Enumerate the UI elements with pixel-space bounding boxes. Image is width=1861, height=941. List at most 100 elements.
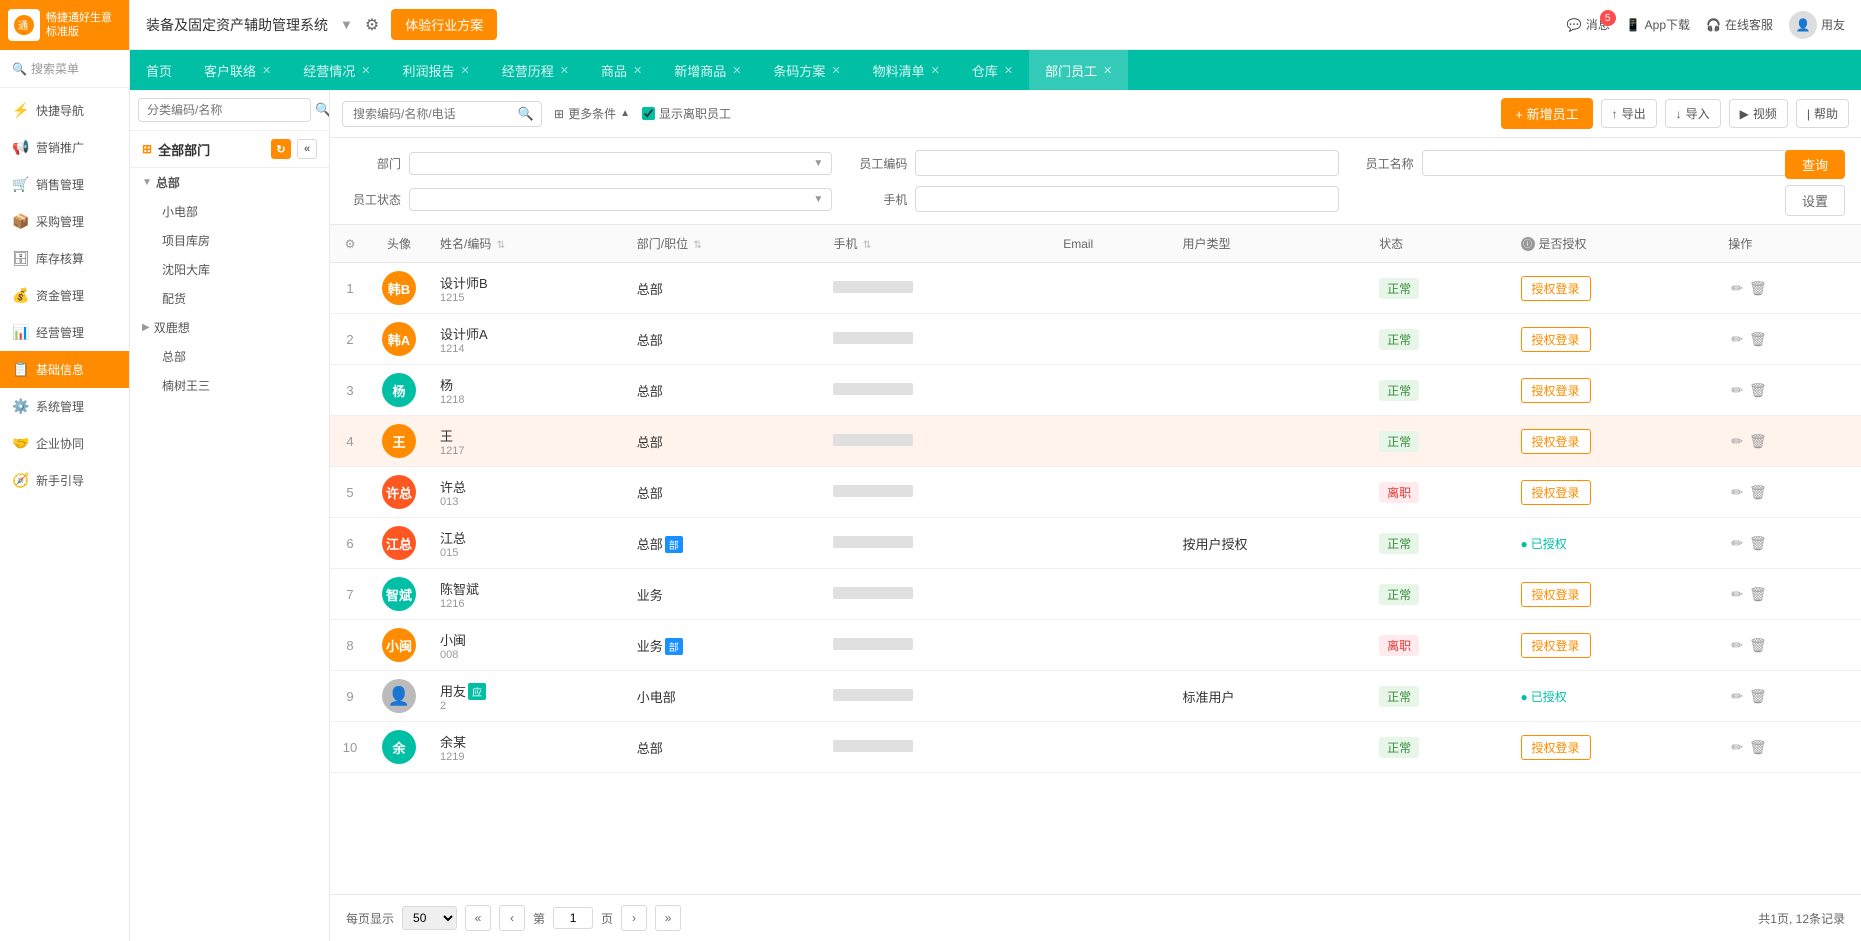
- edit-button[interactable]: ✏: [1731, 433, 1743, 449]
- tab-add-goods[interactable]: 新增商品✕: [658, 50, 757, 90]
- tab-goods[interactable]: 商品✕: [585, 50, 658, 90]
- page-size-select[interactable]: 50 100: [402, 906, 457, 930]
- edit-button[interactable]: ✏: [1731, 688, 1743, 704]
- sidebar-item-finance[interactable]: 💰资金管理: [0, 277, 129, 314]
- row-auth[interactable]: 授权登录: [1509, 416, 1717, 467]
- close-tab-dept-emp[interactable]: ✕: [1103, 64, 1112, 77]
- auth-login-button[interactable]: 授权登录: [1521, 582, 1591, 607]
- tree-node-hq[interactable]: ▼ 总部: [130, 168, 329, 197]
- delete-button[interactable]: 🗑: [1749, 484, 1767, 500]
- edit-button[interactable]: ✏: [1731, 280, 1743, 296]
- tree-search-input[interactable]: [138, 98, 311, 122]
- edit-button[interactable]: ✏: [1731, 586, 1743, 602]
- tree-node-project-storage[interactable]: 项目库房: [130, 226, 329, 255]
- row-auth[interactable]: 授权登录: [1509, 314, 1717, 365]
- tree-refresh-btn[interactable]: ↻: [271, 139, 291, 159]
- close-tab-history[interactable]: ✕: [560, 64, 569, 77]
- sidebar-item-collab[interactable]: 🤝企业协同: [0, 425, 129, 462]
- prev-page-btn[interactable]: ‹: [499, 905, 525, 931]
- tab-customer[interactable]: 客户联络✕: [188, 50, 287, 90]
- sidebar-item-marketing[interactable]: 📢营销推广: [0, 129, 129, 166]
- sidebar-item-sales[interactable]: 🛒销售管理: [0, 166, 129, 203]
- delete-button[interactable]: 🗑: [1749, 382, 1767, 398]
- filter-phone-input[interactable]: [915, 186, 1338, 212]
- close-tab-barcode[interactable]: ✕: [831, 64, 840, 77]
- filter-dept-select[interactable]: ▼: [409, 152, 832, 175]
- help-button[interactable]: |帮助: [1796, 99, 1849, 128]
- auth-login-button[interactable]: 授权登录: [1521, 633, 1591, 658]
- auth-login-button[interactable]: 授权登录: [1521, 327, 1591, 352]
- edit-button[interactable]: ✏: [1731, 637, 1743, 653]
- delete-button[interactable]: 🗑: [1749, 739, 1767, 755]
- row-auth[interactable]: 授权登录: [1509, 263, 1717, 314]
- tree-node-shuangluxiang[interactable]: ▶ 双鹿想: [130, 313, 329, 342]
- app-download-btn[interactable]: 📱 App下载: [1626, 16, 1690, 33]
- sidebar-item-basic[interactable]: 📋基础信息: [0, 351, 129, 388]
- tab-profit[interactable]: 利润报告✕: [386, 50, 485, 90]
- edit-button[interactable]: ✏: [1731, 382, 1743, 398]
- filter-emp-status-select[interactable]: ▼: [409, 188, 832, 211]
- sidebar-item-guide[interactable]: 🧭新手引导: [0, 462, 129, 499]
- page-input[interactable]: [553, 907, 593, 929]
- view-button[interactable]: ▶视频: [1729, 99, 1788, 128]
- tab-barcode[interactable]: 条码方案✕: [757, 50, 856, 90]
- delete-button[interactable]: 🗑: [1749, 586, 1767, 602]
- edit-button[interactable]: ✏: [1731, 331, 1743, 347]
- tree-search-icon[interactable]: 🔍: [315, 102, 330, 118]
- search-icon-btn[interactable]: 🔍: [518, 106, 534, 122]
- tab-warehouse[interactable]: 仓库✕: [956, 50, 1029, 90]
- row-auth[interactable]: 授权登录: [1509, 365, 1717, 416]
- sidebar-item-operation[interactable]: 📊经营管理: [0, 314, 129, 351]
- close-tab-warehouse[interactable]: ✕: [1004, 64, 1013, 77]
- auth-login-button[interactable]: 授权登录: [1521, 378, 1591, 403]
- sidebar-search[interactable]: 🔍 搜索菜单: [0, 50, 129, 88]
- close-tab-profit[interactable]: ✕: [461, 64, 470, 77]
- delete-button[interactable]: 🗑: [1749, 535, 1767, 551]
- close-tab-add-goods[interactable]: ✕: [732, 64, 741, 77]
- sidebar-item-quick-nav[interactable]: ⚡快捷导航: [0, 92, 129, 129]
- first-page-btn[interactable]: «: [465, 905, 491, 931]
- row-auth[interactable]: 授权登录: [1509, 722, 1717, 773]
- trial-button[interactable]: 体验行业方案: [391, 9, 497, 40]
- online-support-btn[interactable]: 🎧 在线客服: [1706, 16, 1773, 33]
- row-auth[interactable]: 授权登录: [1509, 569, 1717, 620]
- more-conditions-btn[interactable]: ⊞ 更多条件 ▲: [554, 105, 630, 122]
- sidebar-item-purchase[interactable]: 📦采购管理: [0, 203, 129, 240]
- edit-button[interactable]: ✏: [1731, 484, 1743, 500]
- message-btn[interactable]: 💬 消息 5: [1567, 16, 1610, 33]
- tab-dept-emp[interactable]: 部门员工✕: [1029, 50, 1128, 90]
- next-page-btn[interactable]: ›: [621, 905, 647, 931]
- row-auth[interactable]: 授权登录: [1509, 620, 1717, 671]
- import-button[interactable]: ↓导入: [1665, 99, 1721, 128]
- delete-button[interactable]: 🗑: [1749, 280, 1767, 296]
- col-settings[interactable]: ⚙: [330, 225, 370, 263]
- show-resigned-checkbox[interactable]: [642, 107, 655, 120]
- close-tab-operation-status[interactable]: ✕: [361, 64, 370, 77]
- edit-button[interactable]: ✏: [1731, 739, 1743, 755]
- auth-login-button[interactable]: 授权登录: [1521, 276, 1591, 301]
- delete-button[interactable]: 🗑: [1749, 433, 1767, 449]
- tab-history[interactable]: 经营历程✕: [486, 50, 585, 90]
- tab-home[interactable]: 首页: [130, 50, 188, 90]
- close-tab-goods[interactable]: ✕: [633, 64, 642, 77]
- close-tab-customer[interactable]: ✕: [262, 64, 271, 77]
- reset-button[interactable]: 设置: [1785, 185, 1845, 216]
- edit-button[interactable]: ✏: [1731, 535, 1743, 551]
- row-auth[interactable]: 授权登录: [1509, 467, 1717, 518]
- export-button[interactable]: ↑导出: [1601, 99, 1657, 128]
- search-input[interactable]: [342, 101, 542, 127]
- filter-emp-code-input[interactable]: [915, 150, 1338, 176]
- last-page-btn[interactable]: »: [655, 905, 681, 931]
- filter-emp-name-input[interactable]: [1422, 150, 1845, 176]
- delete-button[interactable]: 🗑: [1749, 637, 1767, 653]
- sidebar-item-system[interactable]: ⚙️系统管理: [0, 388, 129, 425]
- auth-login-button[interactable]: 授权登录: [1521, 735, 1591, 760]
- close-tab-bom[interactable]: ✕: [931, 64, 940, 77]
- topbar-settings-icon[interactable]: ⚙: [365, 15, 379, 35]
- auth-login-button[interactable]: 授权登录: [1521, 480, 1591, 505]
- col-phone-header[interactable]: 手机 ⇅: [821, 225, 1051, 263]
- tab-operation-status[interactable]: 经营情况✕: [287, 50, 386, 90]
- delete-button[interactable]: 🗑: [1749, 688, 1767, 704]
- tree-node-zongbu[interactable]: 总部: [130, 342, 329, 371]
- user-menu[interactable]: 👤 用友: [1789, 11, 1845, 39]
